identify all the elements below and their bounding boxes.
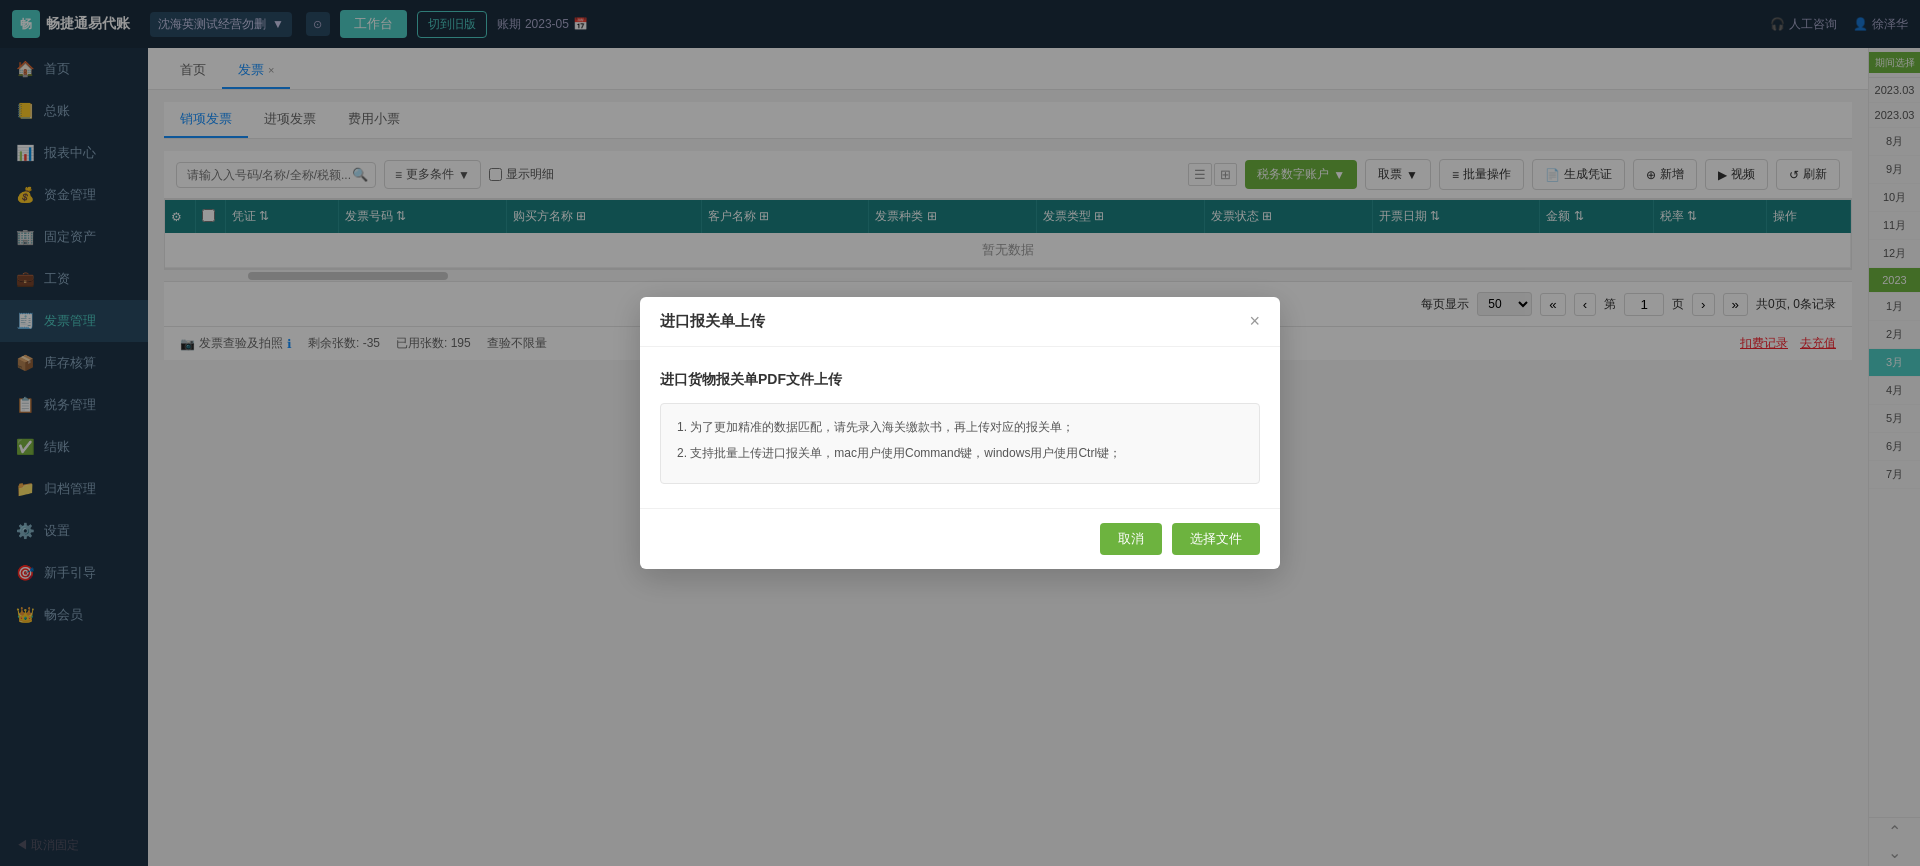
modal-footer: 取消 选择文件 [640,508,1280,569]
upload-info-box: 1. 为了更加精准的数据匹配，请先录入海关缴款书，再上传对应的报关单； 2. 支… [660,403,1260,483]
cancel-button[interactable]: 取消 [1100,523,1162,555]
modal-body: 进口货物报关单PDF文件上传 1. 为了更加精准的数据匹配，请先录入海关缴款书，… [640,347,1280,507]
select-file-button[interactable]: 选择文件 [1172,523,1260,555]
modal-overlay[interactable]: 进口报关单上传 × 进口货物报关单PDF文件上传 1. 为了更加精准的数据匹配，… [0,0,1920,866]
modal-dialog: 进口报关单上传 × 进口货物报关单PDF文件上传 1. 为了更加精准的数据匹配，… [640,297,1280,568]
upload-info-line-2: 2. 支持批量上传进口报关单，mac用户使用Command键，windows用户… [677,444,1243,463]
modal-title: 进口报关单上传 [660,312,765,331]
modal-close-button[interactable]: × [1249,311,1260,332]
upload-title: 进口货物报关单PDF文件上传 [660,371,1260,389]
modal-header: 进口报关单上传 × [640,297,1280,347]
upload-info-line-1: 1. 为了更加精准的数据匹配，请先录入海关缴款书，再上传对应的报关单； [677,418,1243,437]
